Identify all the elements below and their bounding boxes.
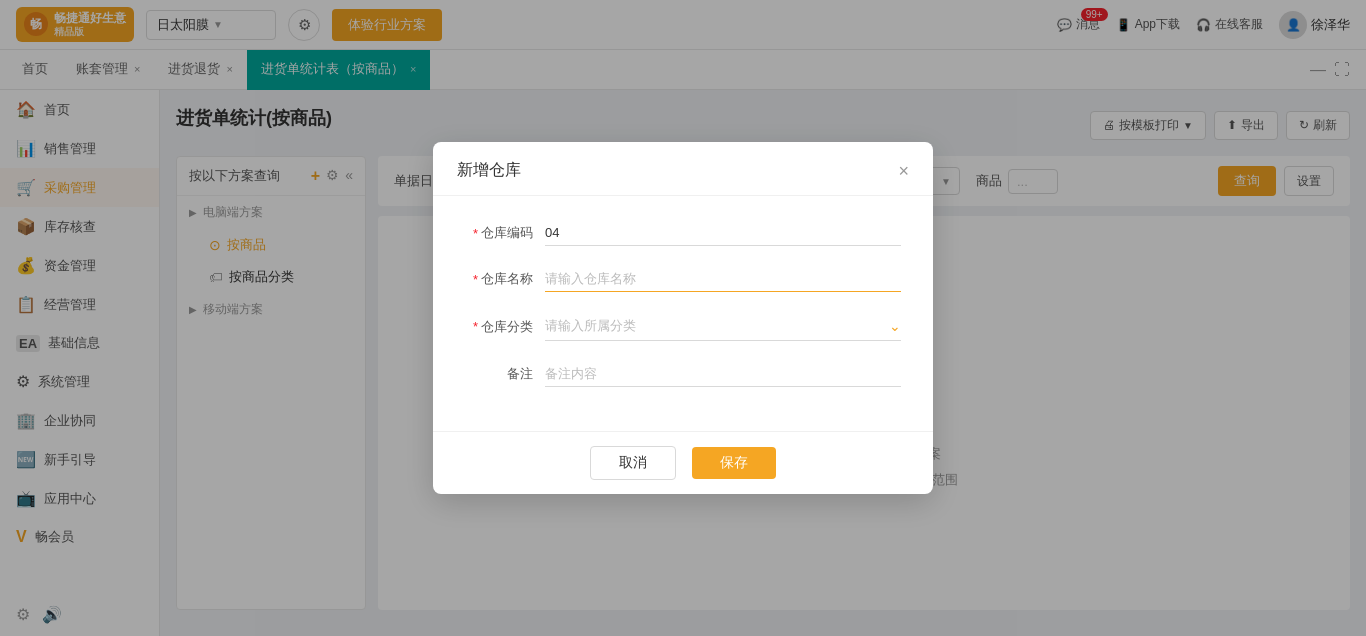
- category-dropdown-arrow: ⌄: [889, 318, 901, 334]
- modal-close-button[interactable]: ×: [898, 162, 909, 180]
- warehouse-category-select[interactable]: 请输入所属分类 ⌄: [545, 312, 901, 341]
- warehouse-category-row: * 仓库分类 请输入所属分类 ⌄: [465, 312, 901, 341]
- category-placeholder: 请输入所属分类: [545, 317, 636, 335]
- warehouse-note-input[interactable]: [545, 361, 901, 387]
- category-required-star: *: [473, 319, 478, 334]
- warehouse-name-label: * 仓库名称: [465, 270, 545, 288]
- warehouse-note-row: 备注: [465, 361, 901, 387]
- modal-overlay: 新增仓库 × * 仓库编码 * 仓库名称: [0, 0, 1366, 636]
- warehouse-note-label: 备注: [465, 365, 545, 383]
- warehouse-code-row: * 仓库编码: [465, 220, 901, 246]
- modal-footer: 取消 保存: [433, 431, 933, 494]
- modal-header: 新增仓库 ×: [433, 142, 933, 196]
- warehouse-name-input[interactable]: [545, 266, 901, 292]
- warehouse-code-input[interactable]: [545, 220, 901, 246]
- modal-title: 新增仓库: [457, 160, 521, 181]
- warehouse-name-row: * 仓库名称: [465, 266, 901, 292]
- warehouse-code-label: * 仓库编码: [465, 224, 545, 242]
- cancel-button[interactable]: 取消: [590, 446, 676, 480]
- save-button[interactable]: 保存: [692, 447, 776, 479]
- modal-body: * 仓库编码 * 仓库名称 * 仓库分类 请输入所属: [433, 196, 933, 431]
- name-required-star: *: [473, 272, 478, 287]
- add-warehouse-modal: 新增仓库 × * 仓库编码 * 仓库名称: [433, 142, 933, 494]
- code-required-star: *: [473, 226, 478, 241]
- warehouse-category-label: * 仓库分类: [465, 318, 545, 336]
